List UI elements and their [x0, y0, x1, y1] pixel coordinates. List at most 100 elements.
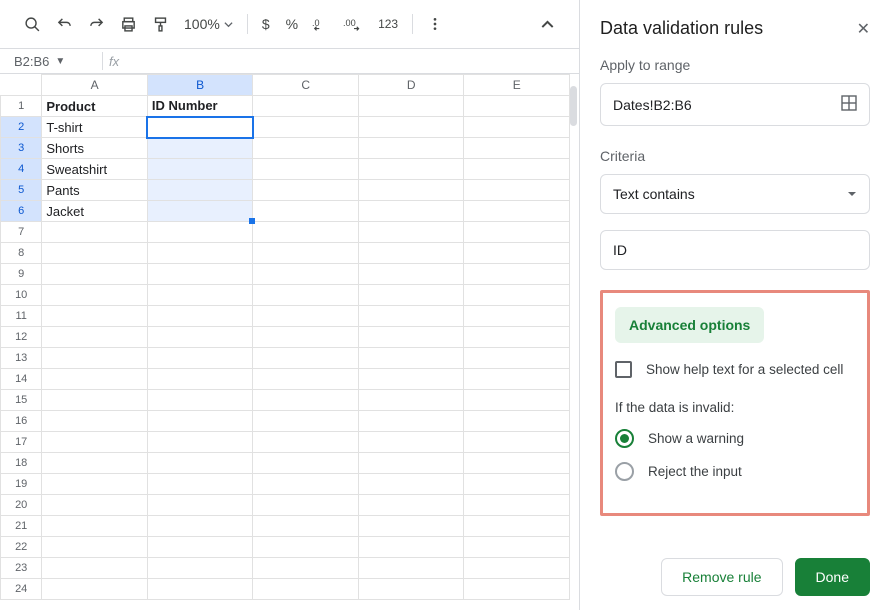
cell[interactable] [253, 243, 359, 264]
radio-reject-input[interactable]: Reject the input [615, 462, 855, 481]
row-header[interactable]: 19 [1, 474, 42, 495]
cell[interactable] [358, 222, 464, 243]
cell[interactable] [358, 411, 464, 432]
cell[interactable] [358, 474, 464, 495]
cell[interactable] [42, 390, 148, 411]
cell[interactable] [464, 453, 570, 474]
cell[interactable] [253, 411, 359, 432]
cell[interactable] [464, 201, 570, 222]
row-header[interactable]: 4 [1, 159, 42, 180]
cell[interactable] [42, 243, 148, 264]
vertical-scrollbar[interactable] [570, 86, 577, 126]
criteria-dropdown[interactable]: Text contains [600, 174, 870, 214]
cell[interactable] [464, 222, 570, 243]
criteria-text-input[interactable]: ID [600, 230, 870, 270]
cell[interactable] [253, 453, 359, 474]
row-header[interactable]: 9 [1, 264, 42, 285]
cell[interactable] [464, 117, 570, 138]
cell[interactable] [147, 432, 253, 453]
cell[interactable] [253, 96, 359, 117]
cell[interactable] [253, 390, 359, 411]
cell[interactable] [42, 558, 148, 579]
search-icon[interactable] [18, 10, 46, 38]
decrease-decimal-icon[interactable]: .0 [308, 10, 336, 38]
cell[interactable] [358, 495, 464, 516]
row-header[interactable]: 20 [1, 495, 42, 516]
cell[interactable]: Product [42, 96, 148, 117]
cell[interactable] [253, 516, 359, 537]
cell[interactable] [42, 306, 148, 327]
percent-icon[interactable]: % [280, 16, 304, 32]
cell[interactable] [147, 264, 253, 285]
cell[interactable] [358, 432, 464, 453]
cell[interactable] [253, 432, 359, 453]
paint-format-icon[interactable] [146, 10, 174, 38]
cell[interactable] [358, 369, 464, 390]
cell[interactable] [464, 537, 570, 558]
cell[interactable] [42, 369, 148, 390]
cell[interactable] [147, 495, 253, 516]
cell[interactable] [147, 285, 253, 306]
cell[interactable] [42, 432, 148, 453]
cell[interactable] [147, 558, 253, 579]
row-header[interactable]: 24 [1, 579, 42, 600]
row-header[interactable]: 5 [1, 180, 42, 201]
cell[interactable] [464, 411, 570, 432]
cell[interactable] [147, 327, 253, 348]
more-menu-icon[interactable] [421, 10, 449, 38]
cell[interactable] [147, 348, 253, 369]
cell[interactable] [42, 474, 148, 495]
cell[interactable]: T-shirt [42, 117, 148, 138]
cell[interactable] [253, 159, 359, 180]
cell[interactable] [464, 285, 570, 306]
cell[interactable] [358, 348, 464, 369]
cell[interactable] [253, 495, 359, 516]
cell[interactable] [358, 201, 464, 222]
row-header[interactable]: 11 [1, 306, 42, 327]
cell[interactable] [147, 369, 253, 390]
cell[interactable]: Shorts [42, 138, 148, 159]
cell[interactable] [464, 327, 570, 348]
cell[interactable] [253, 138, 359, 159]
done-button[interactable]: Done [795, 558, 870, 596]
cell[interactable] [42, 327, 148, 348]
name-box[interactable]: B2:B6 ▼ [0, 54, 96, 69]
row-header[interactable]: 13 [1, 348, 42, 369]
print-icon[interactable] [114, 10, 142, 38]
cell[interactable] [358, 516, 464, 537]
cell[interactable] [358, 390, 464, 411]
cell[interactable] [358, 537, 464, 558]
cell[interactable] [358, 96, 464, 117]
checkbox-icon[interactable] [615, 361, 632, 378]
zoom-dropdown[interactable]: 100% [178, 16, 239, 32]
row-header[interactable]: 18 [1, 453, 42, 474]
cell[interactable] [42, 222, 148, 243]
remove-rule-button[interactable]: Remove rule [661, 558, 782, 596]
cell[interactable] [253, 180, 359, 201]
row-header[interactable]: 23 [1, 558, 42, 579]
cell[interactable] [42, 537, 148, 558]
cell[interactable] [464, 495, 570, 516]
cell[interactable] [253, 117, 359, 138]
row-header[interactable]: 16 [1, 411, 42, 432]
row-header[interactable]: 21 [1, 516, 42, 537]
cell[interactable] [358, 180, 464, 201]
cell[interactable] [253, 327, 359, 348]
cell[interactable] [358, 243, 464, 264]
cell[interactable] [464, 348, 570, 369]
cell[interactable] [464, 390, 570, 411]
radio-checked-icon[interactable] [615, 429, 634, 448]
cell[interactable] [253, 537, 359, 558]
column-header[interactable]: E [464, 75, 570, 96]
collapse-toolbar-icon[interactable] [533, 10, 561, 38]
cell[interactable] [464, 579, 570, 600]
row-header[interactable]: 17 [1, 432, 42, 453]
cell[interactable] [147, 180, 253, 201]
currency-icon[interactable]: $ [256, 16, 276, 32]
cell[interactable] [253, 306, 359, 327]
cell[interactable] [464, 369, 570, 390]
column-header[interactable]: C [253, 75, 359, 96]
row-header[interactable]: 15 [1, 390, 42, 411]
cell[interactable] [358, 579, 464, 600]
column-header[interactable]: D [358, 75, 464, 96]
